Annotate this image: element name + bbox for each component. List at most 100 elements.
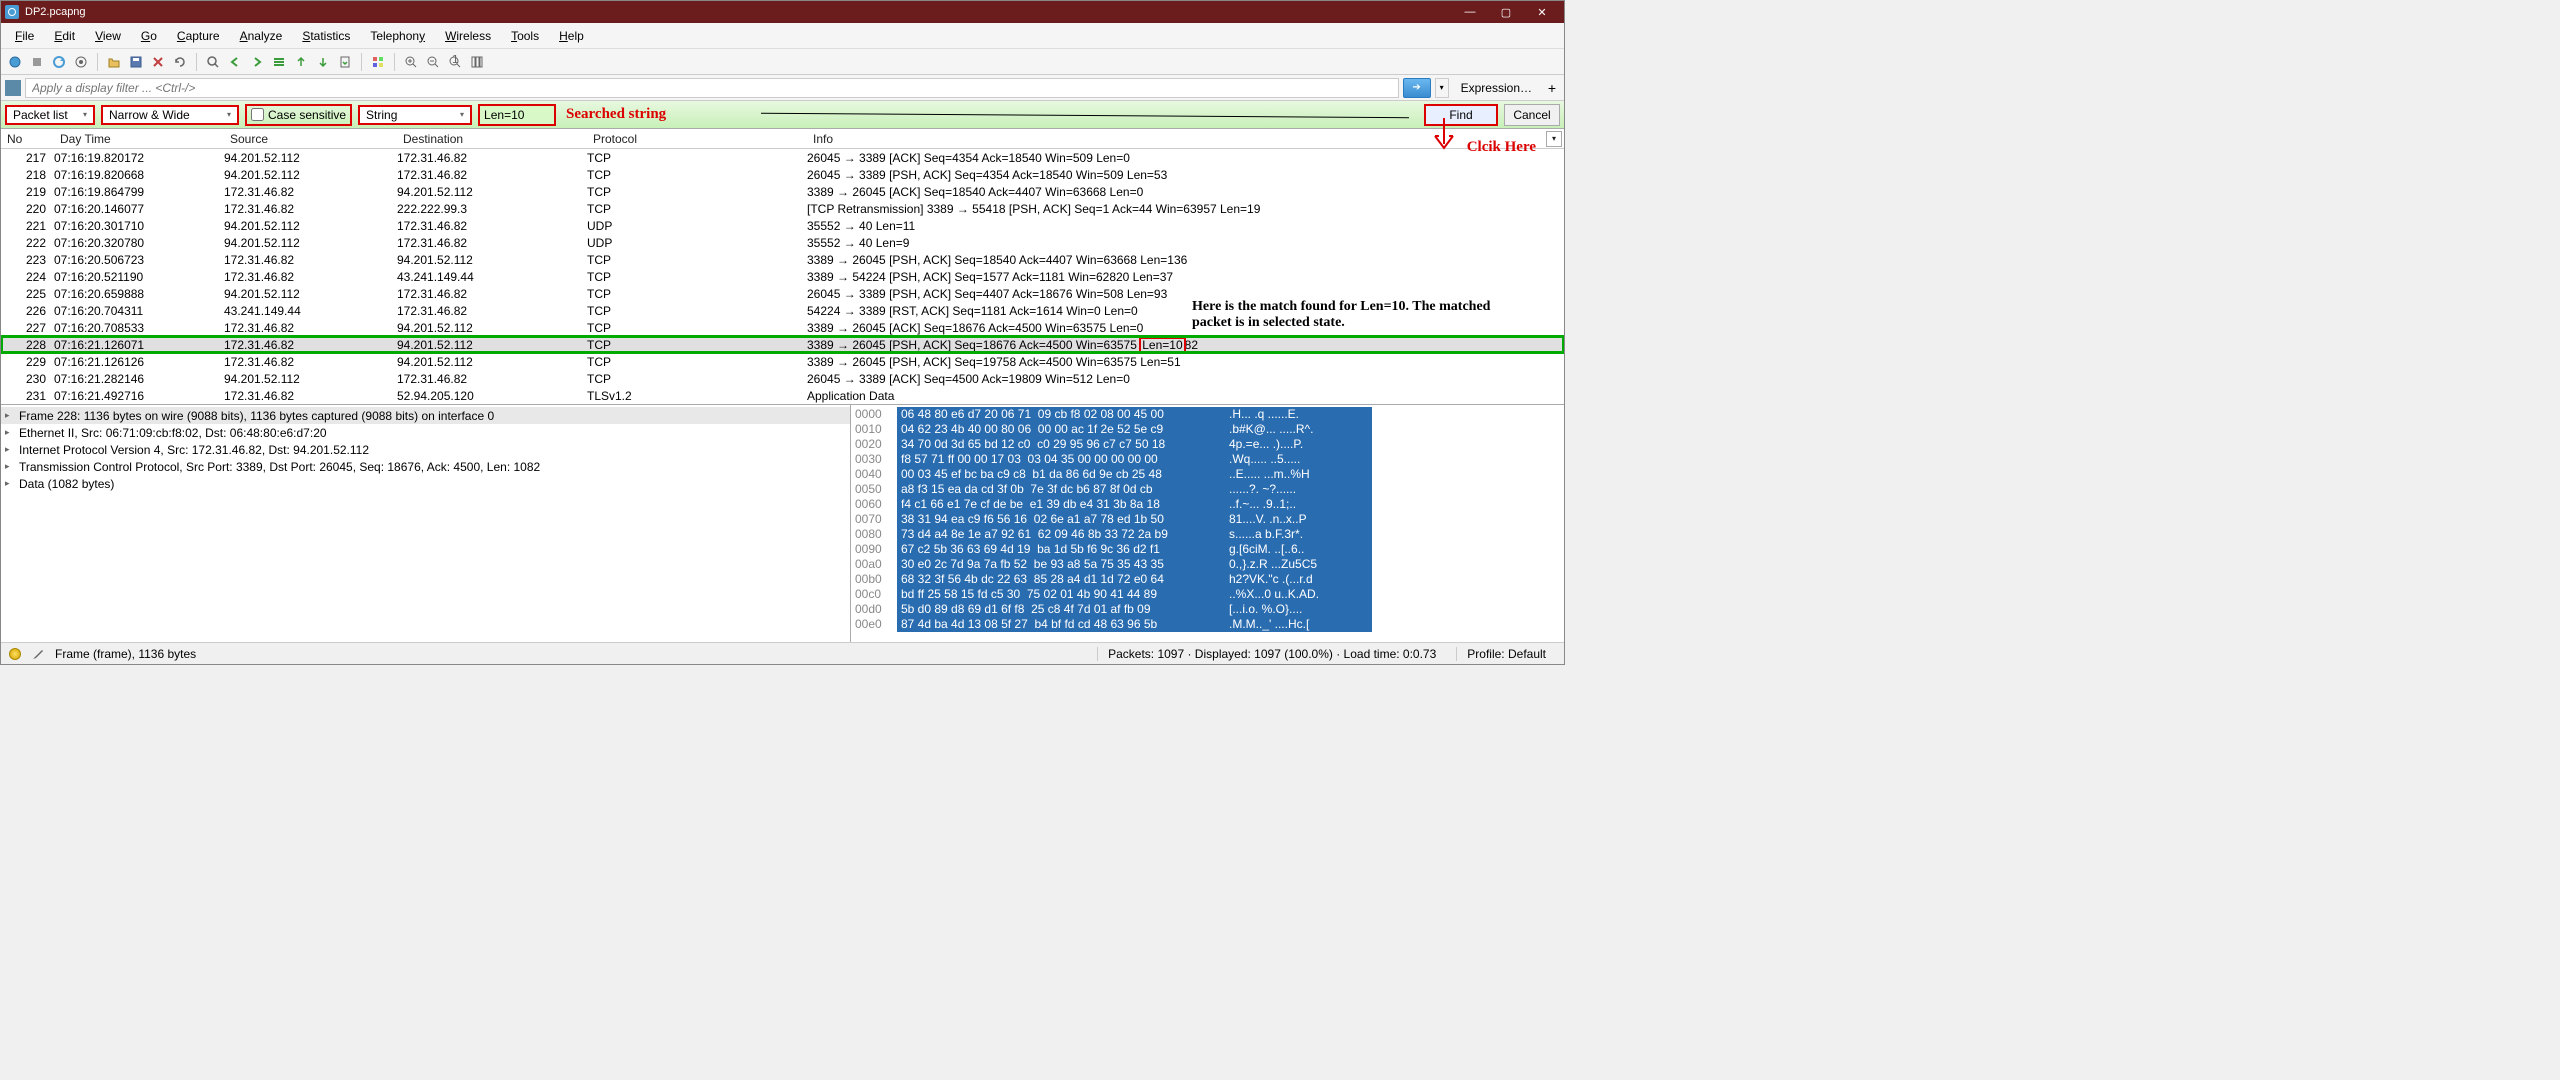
annotation-match-found: Here is the match found for Len=10. The … <box>1192 299 1502 331</box>
zoom-out-icon[interactable] <box>423 52 443 72</box>
menu-analyze[interactable]: Analyze <box>230 23 293 48</box>
maximize-button[interactable]: ▢ <box>1488 1 1524 23</box>
auto-scroll-icon[interactable] <box>335 52 355 72</box>
detail-line[interactable]: Data (1082 bytes) <box>1 475 850 492</box>
save-file-icon[interactable] <box>126 52 146 72</box>
hex-row[interactable]: 009067 c2 5b 36 63 69 4d 19 ba 1d 5b f6 … <box>855 542 1560 557</box>
go-to-packet-icon[interactable] <box>269 52 289 72</box>
menu-help[interactable]: Help <box>549 23 594 48</box>
annotation-arrow-icon <box>1429 116 1459 156</box>
restart-capture-icon[interactable] <box>49 52 69 72</box>
menu-wireless[interactable]: Wireless <box>435 23 501 48</box>
packet-row[interactable]: 22407:16:20.521190172.31.46.8243.241.149… <box>1 268 1564 285</box>
menu-capture[interactable]: Capture <box>167 23 230 48</box>
hex-row[interactable]: 0060f4 c1 66 e1 7e cf de be e1 39 db e4 … <box>855 497 1560 512</box>
column-no[interactable]: No <box>1 132 54 146</box>
start-capture-icon[interactable] <box>5 52 25 72</box>
column-day-time[interactable]: Day Time <box>54 132 224 146</box>
packet-row[interactable]: 21707:16:19.82017294.201.52.112172.31.46… <box>1 149 1564 166</box>
apply-filter-button[interactable]: ➔ <box>1403 78 1431 98</box>
zoom-in-icon[interactable] <box>401 52 421 72</box>
menu-tools[interactable]: Tools <box>501 23 549 48</box>
annotation-line <box>761 113 1409 119</box>
menu-statistics[interactable]: Statistics <box>292 23 360 48</box>
hex-row[interactable]: 002034 70 0d 3d 65 bd 12 c0 c0 29 95 96 … <box>855 437 1560 452</box>
display-filter-input[interactable] <box>25 78 1399 98</box>
edit-capture-icon[interactable] <box>31 647 45 661</box>
packet-row[interactable]: 22907:16:21.126126172.31.46.8294.201.52.… <box>1 353 1564 370</box>
hex-row[interactable]: 00b068 32 3f 56 4b dc 22 63 85 28 a4 d1 … <box>855 572 1560 587</box>
case-sensitive-checkbox[interactable]: Case sensitive <box>245 104 352 126</box>
menu-edit[interactable]: Edit <box>44 23 85 48</box>
hex-row[interactable]: 001004 62 23 4b 40 00 80 06 00 00 ac 1f … <box>855 422 1560 437</box>
packet-row[interactable]: 22107:16:20.30171094.201.52.112172.31.46… <box>1 217 1564 234</box>
find-packet-icon[interactable] <box>203 52 223 72</box>
search-type-dropdown[interactable]: String <box>358 105 472 125</box>
packet-row[interactable]: 22007:16:20.146077172.31.46.82222.222.99… <box>1 200 1564 217</box>
status-packets-info: Packets: 1097 · Displayed: 1097 (100.0%)… <box>1097 647 1446 661</box>
detail-line[interactable]: Frame 228: 1136 bytes on wire (9088 bits… <box>1 407 850 424</box>
go-last-icon[interactable] <box>313 52 333 72</box>
menu-go[interactable]: Go <box>131 23 167 48</box>
filter-dropdown-button[interactable]: ▾ <box>1435 78 1449 98</box>
packet-row[interactable]: 21907:16:19.864799172.31.46.8294.201.52.… <box>1 183 1564 200</box>
bookmark-filter-icon[interactable] <box>5 80 21 96</box>
expert-info-icon[interactable] <box>9 648 21 660</box>
detail-line[interactable]: Internet Protocol Version 4, Src: 172.31… <box>1 441 850 458</box>
capture-options-icon[interactable] <box>71 52 91 72</box>
close-button[interactable]: ✕ <box>1524 1 1560 23</box>
packet-row[interactable]: 23007:16:21.28214694.201.52.112172.31.46… <box>1 370 1564 387</box>
search-in-dropdown[interactable]: Packet list <box>5 105 95 125</box>
charset-dropdown[interactable]: Narrow & Wide <box>101 105 239 125</box>
detail-line[interactable]: Ethernet II, Src: 06:71:09:cb:f8:02, Dst… <box>1 424 850 441</box>
add-filter-button[interactable]: + <box>1544 78 1560 98</box>
menu-file[interactable]: File <box>5 23 44 48</box>
hex-row[interactable]: 0050a8 f3 15 ea da cd 3f 0b 7e 3f dc b6 … <box>855 482 1560 497</box>
packet-row[interactable]: 21807:16:19.82066894.201.52.112172.31.46… <box>1 166 1564 183</box>
hex-row[interactable]: 00a030 e0 2c 7d 9a 7a fb 52 be 93 a8 5a … <box>855 557 1560 572</box>
column-source[interactable]: Source <box>224 132 397 146</box>
resize-columns-icon[interactable] <box>467 52 487 72</box>
stop-capture-icon[interactable] <box>27 52 47 72</box>
open-file-icon[interactable] <box>104 52 124 72</box>
hex-row[interactable]: 004000 03 45 ef bc ba c9 c8 b1 da 86 6d … <box>855 467 1560 482</box>
window-title: DP2.pcapng <box>25 6 1452 18</box>
menu-telephony[interactable]: Telephony <box>360 23 435 48</box>
packet-list[interactable]: 21707:16:19.82017294.201.52.112172.31.46… <box>1 149 1564 404</box>
hex-row[interactable]: 00c0bd ff 25 58 15 fd c5 30 75 02 01 4b … <box>855 587 1560 602</box>
status-profile[interactable]: Profile: Default <box>1456 647 1556 661</box>
status-bar: Frame (frame), 1136 bytes Packets: 1097 … <box>1 642 1564 664</box>
detail-line[interactable]: Transmission Control Protocol, Src Port:… <box>1 458 850 475</box>
go-first-icon[interactable] <box>291 52 311 72</box>
close-file-icon[interactable] <box>148 52 168 72</box>
minimize-button[interactable]: — <box>1452 1 1488 23</box>
hex-row[interactable]: 008073 d4 a4 8e 1e a7 92 61 62 09 46 8b … <box>855 527 1560 542</box>
packet-details-pane[interactable]: Frame 228: 1136 bytes on wire (9088 bits… <box>1 405 851 642</box>
reload-icon[interactable] <box>170 52 190 72</box>
menu-bar: File Edit View Go Capture Analyze Statis… <box>1 23 1564 49</box>
column-destination[interactable]: Destination <box>397 132 587 146</box>
hex-row[interactable]: 00d05b d0 89 d8 69 d1 6f f8 25 c8 4f 7d … <box>855 602 1560 617</box>
column-scroll-button[interactable]: ▾ <box>1546 131 1562 147</box>
colorize-icon[interactable] <box>368 52 388 72</box>
hex-row[interactable]: 00e087 4d ba 4d 13 08 5f 27 b4 bf fd cd … <box>855 617 1560 632</box>
hex-row[interactable]: 007038 31 94 ea c9 f6 56 16 02 6e a1 a7 … <box>855 512 1560 527</box>
hex-row[interactable]: 000006 48 80 e6 d7 20 06 71 09 cb f8 02 … <box>855 407 1560 422</box>
svg-text:1: 1 <box>452 55 459 66</box>
hex-row[interactable]: 0030f8 57 71 ff 00 00 17 03 03 04 35 00 … <box>855 452 1560 467</box>
go-back-icon[interactable] <box>225 52 245 72</box>
expression-button[interactable]: Expression… <box>1453 81 1540 95</box>
packet-bytes-pane[interactable]: 000006 48 80 e6 d7 20 06 71 09 cb f8 02 … <box>851 405 1564 642</box>
cancel-button[interactable]: Cancel <box>1504 104 1560 126</box>
menu-view[interactable]: View <box>85 23 131 48</box>
wireshark-icon <box>5 5 19 19</box>
packet-row[interactable]: 22207:16:20.32078094.201.52.112172.31.46… <box>1 234 1564 251</box>
annotation-click-here: Clcik Here <box>1467 139 1536 156</box>
search-value-input[interactable] <box>478 104 556 126</box>
packet-row[interactable]: 22307:16:20.506723172.31.46.8294.201.52.… <box>1 251 1564 268</box>
go-forward-icon[interactable] <box>247 52 267 72</box>
packet-row[interactable]: 22807:16:21.126071172.31.46.8294.201.52.… <box>1 336 1564 353</box>
packet-row[interactable]: 23107:16:21.492716172.31.46.8252.94.205.… <box>1 387 1564 404</box>
column-protocol[interactable]: Protocol <box>587 132 807 146</box>
zoom-reset-icon[interactable]: 1 <box>445 52 465 72</box>
